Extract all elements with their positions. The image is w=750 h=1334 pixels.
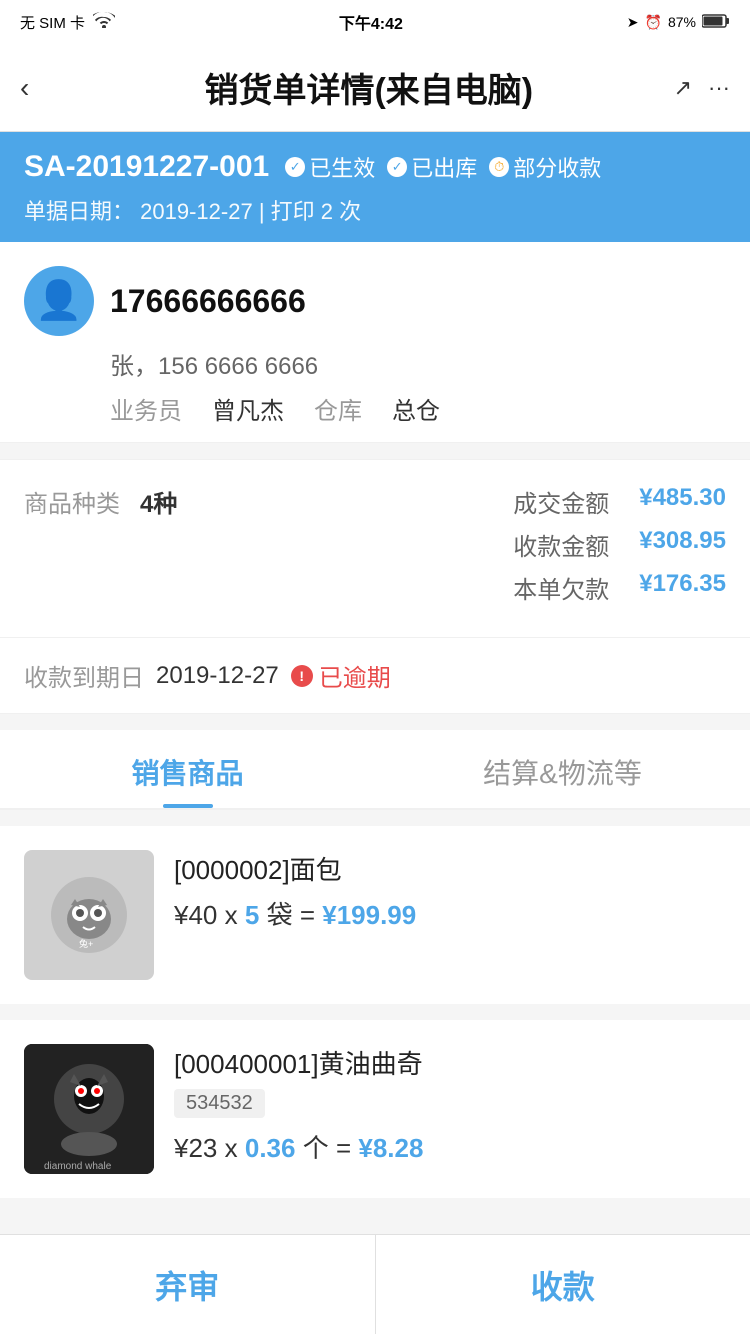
warehouse-label: 仓库 (314, 391, 362, 426)
amount2-value: ¥308.95 (639, 527, 726, 562)
page-title: 销货单详情(来自电脑) (64, 63, 674, 112)
amount-row-3: 本单欠款 ¥176.35 (513, 570, 726, 605)
product-info-1: [0000002]面包 ¥40 x 5 袋 = ¥199.99 (174, 850, 726, 932)
status-badges: ✓ 已生效 ✓ 已出库 ⏱ 部分收款 (285, 151, 601, 183)
product-name-1: [0000002]面包 (174, 850, 726, 887)
customer-name: 17666666666 (110, 283, 306, 320)
product-image-2: diamond whale (24, 1044, 154, 1174)
order-id: SA-20191227-001 (24, 150, 269, 184)
order-header-row1: SA-20191227-001 ✓ 已生效 ✓ 已出库 ⏱ 部分收款 (24, 150, 726, 184)
product-info-2: [000400001]黄油曲奇 534532 ¥23 x 0.36 个 = ¥8… (174, 1044, 726, 1165)
wifi-icon (93, 12, 115, 32)
battery-text: 87% (668, 14, 696, 30)
amount3-label: 本单欠款 (513, 570, 609, 605)
product-image-1: 兔+ (24, 850, 154, 980)
customer-detail-row: 业务员 曾凡杰 仓库 总仓 (110, 391, 726, 426)
back-button[interactable]: ‹ (20, 72, 64, 104)
sales-label: 业务员 (110, 391, 182, 426)
overdue-text: 已逾期 (319, 658, 391, 693)
svg-text:兔+: 兔+ (79, 938, 93, 949)
product-name-2: [000400001]黄油曲奇 (174, 1044, 726, 1081)
price-unit-2: ¥23 (174, 1133, 217, 1163)
bottom-bar: 弃审 收款 (0, 1234, 750, 1334)
price-x-1: x (225, 900, 245, 930)
price-qty-2: 0.36 (245, 1133, 296, 1163)
tab-settlement[interactable]: 结算&物流等 (375, 730, 750, 808)
badge-effective: ✓ 已生效 (285, 151, 375, 183)
amount1-value: ¥485.30 (639, 484, 726, 519)
amount-row-1: 成交金额 ¥485.30 (513, 484, 726, 519)
summary-left: 商品种类 4种 (24, 484, 177, 613)
badge-partial: ⏱ 部分收款 (489, 151, 601, 183)
customer-row: 👤 17666666666 (24, 266, 726, 336)
type-label: 商品种类 (24, 491, 120, 518)
battery-icon (702, 13, 730, 32)
overdue-badge: ! 已逾期 (291, 658, 391, 693)
cancel-button[interactable]: 弃审 (0, 1235, 376, 1334)
status-time: 下午4:42 (339, 10, 403, 34)
clock-icon: ⏱ (489, 157, 509, 177)
tabs-section: 销售商品 结算&物流等 (0, 714, 750, 810)
badge-shipped: ✓ 已出库 (387, 151, 477, 183)
price-unit-name-1: 袋 (267, 900, 293, 930)
nav-bar: ‹ 销货单详情(来自电脑) ↗ ··· (0, 44, 750, 132)
avatar-icon: 👤 (35, 279, 82, 323)
price-qty-1: 5 (245, 900, 259, 930)
amount1-label: 成交金额 (513, 484, 609, 519)
confirm-button[interactable]: 收款 (376, 1235, 750, 1334)
status-right: ➤ ⏰ 87% (627, 13, 730, 32)
tab-sales-products[interactable]: 销售商品 (0, 730, 375, 808)
due-section: 收款到期日 2019-12-27 ! 已逾期 (0, 638, 750, 714)
location-icon: ➤ (627, 14, 639, 31)
order-meta: 单据日期： 2019-12-27 | 打印 2 次 (24, 194, 726, 226)
price-unit-name-2: 个 (303, 1133, 329, 1163)
sales-value: 曾凡杰 (212, 391, 284, 426)
summary-right: 成交金额 ¥485.30 收款金额 ¥308.95 本单欠款 ¥176.35 (513, 484, 726, 613)
price-x-2: x (225, 1133, 245, 1163)
overdue-dot-icon: ! (291, 665, 313, 687)
warehouse-value: 总仓 (392, 391, 440, 426)
price-unit-1: ¥40 (174, 900, 217, 930)
check-icon-2: ✓ (387, 157, 407, 177)
alarm-icon: ⏰ (645, 14, 662, 31)
amount2-label: 收款金额 (513, 527, 609, 562)
product-placeholder-1: 兔+ (24, 850, 154, 980)
carrier-text: 无 SIM 卡 (20, 12, 85, 33)
type-count: 4种 (140, 491, 177, 518)
summary-section: 商品种类 4种 成交金额 ¥485.30 收款金额 ¥308.95 本单欠款 ¥… (0, 459, 750, 638)
due-date: 2019-12-27 (156, 662, 279, 690)
product-sku-2: 534532 (174, 1089, 265, 1118)
status-bar: 无 SIM 卡 下午4:42 ➤ ⏰ 87% (0, 0, 750, 44)
price-total-1: ¥199.99 (322, 900, 416, 930)
product-price-2: ¥23 x 0.36 个 = ¥8.28 (174, 1128, 726, 1165)
price-total-2: ¥8.28 (358, 1133, 423, 1163)
more-icon[interactable]: ··· (708, 75, 730, 101)
check-icon-1: ✓ (285, 157, 305, 177)
price-eq-1: = (300, 900, 322, 930)
price-eq-2: = (336, 1133, 358, 1163)
customer-section: 👤 17666666666 张，156 6666 6666 业务员 曾凡杰 仓库… (0, 242, 750, 443)
svg-text:diamond whale: diamond whale (44, 1161, 112, 1172)
amount-row-2: 收款金额 ¥308.95 (513, 527, 726, 562)
products-section: 兔+ [0000002]面包 ¥40 x 5 袋 = ¥199.99 (0, 826, 750, 1198)
product-card-2: diamond whale [000400001]黄油曲奇 534532 ¥23… (0, 1020, 750, 1198)
customer-sub-info: 张，156 6666 6666 (110, 346, 726, 381)
share-icon[interactable]: ↗ (674, 75, 692, 101)
amount3-value: ¥176.35 (639, 570, 726, 605)
order-header: SA-20191227-001 ✓ 已生效 ✓ 已出库 ⏱ 部分收款 单据日期：… (0, 132, 750, 242)
nav-actions: ↗ ··· (674, 75, 730, 101)
avatar: 👤 (24, 266, 94, 336)
product-card-1: 兔+ [0000002]面包 ¥40 x 5 袋 = ¥199.99 (0, 826, 750, 1004)
status-left: 无 SIM 卡 (20, 12, 115, 33)
tabs-row: 销售商品 结算&物流等 (0, 730, 750, 810)
product-price-1: ¥40 x 5 袋 = ¥199.99 (174, 895, 726, 932)
due-label: 收款到期日 (24, 658, 144, 693)
